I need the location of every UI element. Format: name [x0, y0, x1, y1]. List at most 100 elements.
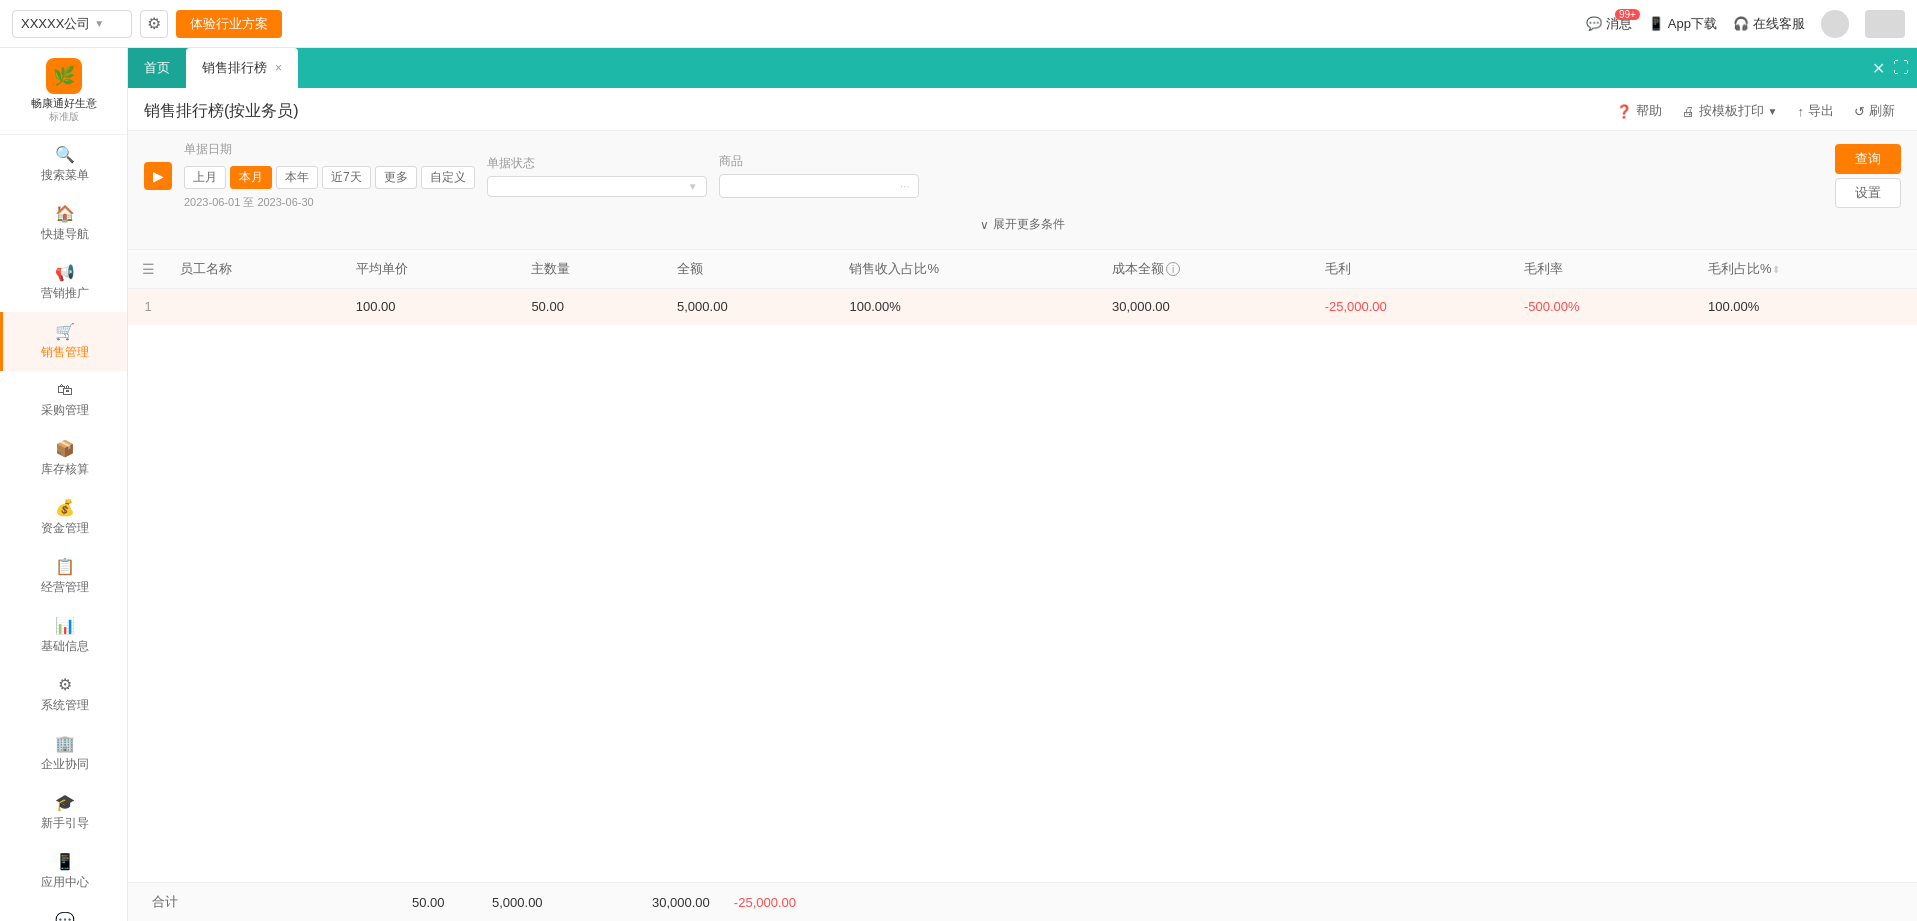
cell-rank: 1 — [128, 289, 168, 325]
col-gross: 毛利 — [1313, 250, 1512, 289]
date-group: 上月 本月 本年 近7天 更多 自定义 2023-06-01 至 2023-06… — [184, 166, 475, 210]
logo-icon: 🌿 — [46, 58, 82, 94]
close-tab-icon[interactable]: ✕ — [1872, 59, 1885, 78]
cell-cost: 30,000.00 — [1100, 289, 1313, 325]
sidebar-item-inventory[interactable]: 📦 库存核算 — [0, 429, 127, 488]
app-download-button[interactable]: 📱 App下载 — [1648, 15, 1717, 33]
page-header: 销售排行榜(按业务员) ❓ 帮助 🖨 按模板打印 ▼ ↑ 导出 — [128, 88, 1917, 131]
company-name: XXXXX公司 — [21, 15, 90, 33]
goods-more-icon: ··· — [900, 179, 910, 193]
tab-sales-ranking[interactable]: 销售排行榜 × — [186, 48, 298, 88]
sidebar-item-marketing[interactable]: 📢 营销推广 — [0, 253, 127, 312]
top-bar: XXXXX公司 ▼ ⚙ 体验行业方案 💬 消息 99+ 📱 App下载 🎧 在线… — [0, 0, 1917, 48]
date-range-display: 2023-06-01 至 2023-06-30 — [184, 195, 475, 210]
status-chevron-icon: ▼ — [688, 181, 698, 192]
logo-text: 畅康通好生意 — [31, 96, 97, 110]
sidebar-item-sales[interactable]: 🛒 销售管理 — [0, 312, 127, 371]
query-button[interactable]: 查询 — [1835, 144, 1901, 174]
footer-label: 合计 — [140, 893, 240, 911]
date-btn-7days[interactable]: 近7天 — [322, 166, 371, 189]
clipboard-icon: 📋 — [55, 557, 75, 576]
date-btn-last-month[interactable]: 上月 — [184, 166, 226, 189]
sidebar-item-label: 应用中心 — [41, 874, 89, 891]
goods-select[interactable]: ··· — [719, 174, 919, 198]
column-settings-icon[interactable]: ☰ — [142, 261, 155, 277]
sidebar-item-label: 基础信息 — [41, 638, 89, 655]
message-icon: 💬 — [1586, 16, 1602, 31]
status-select[interactable]: ▼ — [487, 176, 707, 197]
col-cost: 成本全额i — [1100, 250, 1313, 289]
table-row: 1 100.00 50.00 5,000.00 100.00% 30,000.0… — [128, 289, 1917, 325]
main-layout: 🌿 畅康通好生意 标准版 🔍 搜索菜单 🏠 快捷导航 📢 营销推广 🛒 销售管理… — [0, 48, 1917, 921]
date-btn-this-month[interactable]: 本月 — [230, 166, 272, 189]
sidebar-item-app[interactable]: 📱 应用中心 — [0, 842, 127, 901]
tab-right-actions: ✕ ⛶ — [1872, 59, 1917, 78]
service-button[interactable]: 🎧 在线客服 — [1733, 15, 1805, 33]
sidebar-item-purchase[interactable]: 🛍 采购管理 — [0, 371, 127, 429]
sidebar-item-corp[interactable]: 🏢 企业协同 — [0, 724, 127, 783]
tab-home[interactable]: 首页 — [128, 48, 186, 88]
home-icon: 🏠 — [55, 204, 75, 223]
sidebar-item-label: 快捷导航 — [41, 226, 89, 243]
sidebar-item-operation[interactable]: 📋 经营管理 — [0, 547, 127, 606]
date-btn-custom[interactable]: 自定义 — [421, 166, 475, 189]
box-icon: 📦 — [55, 439, 75, 458]
company-select[interactable]: XXXXX公司 ▼ — [12, 10, 132, 38]
app-label: App下载 — [1668, 15, 1717, 33]
date-filter-label: 单据日期 — [184, 141, 232, 158]
cost-info-icon[interactable]: i — [1166, 262, 1180, 276]
expand-more-label: 展开更多条件 — [993, 216, 1065, 233]
top-bar-left: XXXXX公司 ▼ ⚙ 体验行业方案 — [12, 10, 282, 38]
tab-sales-ranking-label: 销售排行榜 — [202, 59, 267, 77]
sidebar-item-finance[interactable]: 💰 资金管理 — [0, 488, 127, 547]
message-button[interactable]: 💬 消息 99+ — [1586, 15, 1632, 33]
col-gross-rate: 毛利率 — [1512, 250, 1696, 289]
user-name[interactable] — [1865, 10, 1905, 38]
chart-icon: 📊 — [55, 616, 75, 635]
refresh-button[interactable]: ↺ 刷新 — [1848, 100, 1901, 122]
service-label: 在线客服 — [1753, 15, 1805, 33]
col-qty: 主数量 — [519, 250, 665, 289]
expand-tab-icon[interactable]: ⛶ — [1893, 59, 1909, 77]
sidebar-item-guide[interactable]: 🎓 新手引导 — [0, 783, 127, 842]
trial-button[interactable]: 体验行业方案 — [176, 10, 282, 38]
export-button[interactable]: ↑ 导出 — [1792, 100, 1841, 122]
cell-gross-rate: -500.00% — [1512, 289, 1696, 325]
col-avg-price: 平均单价 — [344, 250, 520, 289]
filter-row: ▶ 单据日期 上月 本月 本年 近7天 更多 自定义 — [144, 141, 1901, 210]
export-icon: ↑ — [1798, 104, 1805, 119]
sidebar-item-wechat[interactable]: 💬 企业微信 — [0, 901, 127, 921]
table-body: 1 100.00 50.00 5,000.00 100.00% 30,000.0… — [128, 289, 1917, 325]
date-filter-group: 单据日期 上月 本月 本年 近7天 更多 自定义 2023-06-01 至 20… — [184, 141, 475, 210]
col-name: 员工名称 — [168, 250, 344, 289]
money-icon: 💰 — [55, 498, 75, 517]
settings-icon[interactable]: ⚙ — [140, 10, 168, 38]
setting-button[interactable]: 设置 — [1835, 178, 1901, 208]
avatar[interactable] — [1821, 10, 1849, 38]
sidebar-item-quick[interactable]: 🏠 快捷导航 — [0, 194, 127, 253]
cell-avg-price: 100.00 — [344, 289, 520, 325]
sort-icon[interactable]: ⬍ — [1772, 264, 1780, 275]
filter-toggle-button[interactable]: ▶ — [144, 162, 172, 190]
sidebar-item-search[interactable]: 🔍 搜索菜单 — [0, 135, 127, 194]
print-button[interactable]: 🖨 按模板打印 ▼ — [1676, 100, 1784, 122]
mobile-icon: 📱 — [55, 852, 75, 871]
help-button[interactable]: ❓ 帮助 — [1610, 100, 1668, 122]
cart-icon: 🛒 — [55, 322, 75, 341]
sidebar-item-basic[interactable]: 📊 基础信息 — [0, 606, 127, 665]
date-btn-more[interactable]: 更多 — [375, 166, 417, 189]
footer-gross: -25,000.00 — [722, 895, 808, 910]
tab-bar: 首页 销售排行榜 × ✕ ⛶ — [128, 48, 1917, 88]
sidebar-item-system[interactable]: ⚙ 系统管理 — [0, 665, 127, 724]
date-btn-this-year[interactable]: 本年 — [276, 166, 318, 189]
sidebar-item-label: 采购管理 — [41, 402, 89, 419]
search-icon: 🔍 — [55, 145, 75, 164]
megaphone-icon: 📢 — [55, 263, 75, 282]
logo-sub: 标准版 — [49, 110, 79, 124]
refresh-label: 刷新 — [1869, 102, 1895, 120]
goods-filter-label: 商品 — [719, 153, 919, 170]
sidebar: 🌿 畅康通好生意 标准版 🔍 搜索菜单 🏠 快捷导航 📢 营销推广 🛒 销售管理… — [0, 48, 128, 921]
expand-more-button[interactable]: ∨ 展开更多条件 — [144, 210, 1901, 239]
tab-close-icon[interactable]: × — [275, 61, 282, 75]
status-filter-item: 单据状态 ▼ — [487, 155, 707, 197]
